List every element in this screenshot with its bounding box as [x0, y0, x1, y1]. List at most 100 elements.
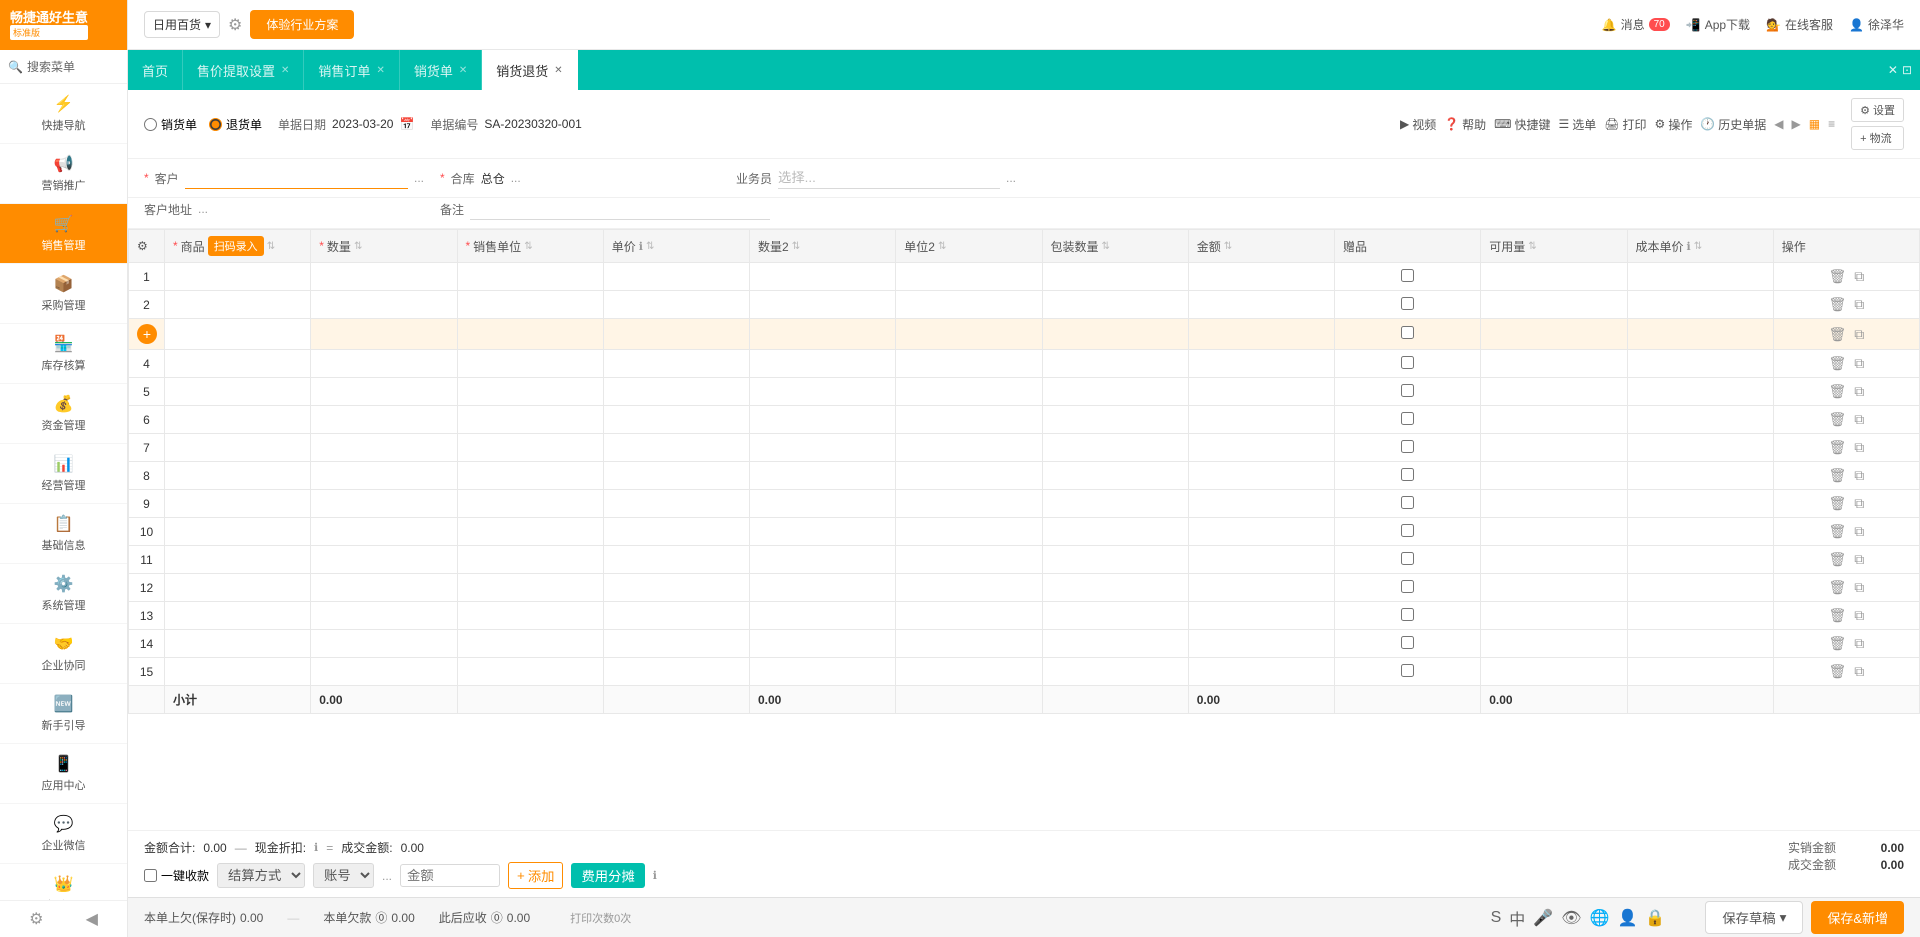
qty2-cell-3[interactable]	[750, 319, 896, 350]
toolbar-select-btn[interactable]: ☰ 选单	[1559, 116, 1597, 133]
radio-sale[interactable]: 销货单	[144, 116, 197, 133]
sidebar-item-system[interactable]: ⚙️ 系统管理	[0, 564, 127, 624]
product-cell-2[interactable]	[165, 291, 311, 319]
amount-cell-3[interactable]	[1188, 319, 1334, 350]
delete-icon[interactable]: 🗑	[1828, 439, 1846, 456]
copy-icon[interactable]: ⧉	[1854, 579, 1864, 596]
delete-icon[interactable]: 🗑	[1828, 523, 1846, 540]
qty2-cell-2[interactable]	[750, 291, 896, 319]
unit2-cell-1[interactable]	[896, 263, 1042, 291]
tab-sales-return[interactable]: 销货退货 ✕	[482, 50, 577, 90]
sort-qty-icon[interactable]: ⇅	[354, 241, 362, 252]
sort-product-icon[interactable]: ⇅	[267, 241, 275, 252]
sort-amount-icon[interactable]: ⇅	[1224, 241, 1232, 252]
tab-price-settings-close[interactable]: ✕	[281, 65, 289, 76]
staff-input[interactable]	[778, 167, 1000, 189]
delete-icon[interactable]: 🗑	[1828, 411, 1846, 428]
unit-cell-3[interactable]	[457, 319, 603, 350]
copy-icon[interactable]: ⧉	[1854, 635, 1864, 652]
radio-return-input[interactable]	[209, 118, 222, 131]
next-record-icon[interactable]: ▶	[1792, 117, 1801, 131]
customer-input[interactable]	[185, 167, 408, 189]
copy-row-2-icon[interactable]: ⧉	[1854, 296, 1864, 313]
radio-return[interactable]: 退货单	[209, 116, 262, 133]
toolbar-shortcut-btn[interactable]: ⌨ 快捷键	[1494, 116, 1550, 133]
gift-checkbox-2[interactable]	[1401, 297, 1414, 310]
grid-view-icon[interactable]: ▦	[1809, 117, 1820, 131]
remark-input[interactable]	[470, 198, 770, 220]
copy-icon[interactable]: ⧉	[1854, 383, 1864, 400]
settings-bottom-icon[interactable]: ⚙	[29, 909, 43, 929]
sidebar-item-wechat[interactable]: 💬 企业微信	[0, 804, 127, 864]
gift-cell-1[interactable]	[1335, 263, 1481, 291]
toolbar-help-btn[interactable]: ❓ 帮助	[1444, 116, 1486, 133]
expand-tab-icon[interactable]: ⊡	[1902, 63, 1912, 77]
price-cell-3[interactable]	[603, 319, 749, 350]
product-cell-1[interactable]	[165, 263, 311, 291]
unit2-cell-2[interactable]	[896, 291, 1042, 319]
sidebar-item-guide[interactable]: 🆕 新手引导	[0, 684, 127, 744]
sidebar-search-menu[interactable]: 🔍 搜索菜单	[0, 50, 127, 84]
sidebar-item-member[interactable]: 👑 畅会员	[0, 864, 127, 900]
copy-icon[interactable]: ⧉	[1854, 607, 1864, 624]
s-icon-7[interactable]: 🔒	[1645, 908, 1665, 928]
settlement-select[interactable]: 结算方式	[217, 863, 305, 888]
list-view-icon[interactable]: ≡	[1828, 117, 1835, 131]
sidebar-item-enterprise[interactable]: 🤝 企业协同	[0, 624, 127, 684]
qty2-cell-1[interactable]	[750, 263, 896, 291]
one-click-pay-checkbox[interactable]	[144, 869, 157, 882]
price-cell-1[interactable]	[603, 263, 749, 291]
sort-available-icon[interactable]: ⇅	[1528, 241, 1536, 252]
one-click-pay-label[interactable]: 一键收款	[144, 867, 209, 884]
pack-cell-2[interactable]	[1042, 291, 1188, 319]
s-icon-3[interactable]: 🎤	[1533, 908, 1553, 928]
close-tab-icon[interactable]: ✕	[1888, 63, 1898, 77]
delete-icon[interactable]: 🗑	[1828, 467, 1846, 484]
logistics-action-btn[interactable]: + 物流	[1851, 126, 1904, 150]
experience-btn[interactable]: 体验行业方案	[250, 10, 354, 39]
copy-icon[interactable]: ⧉	[1854, 467, 1864, 484]
tab-sales-delivery-close[interactable]: ✕	[459, 65, 467, 76]
copy-icon[interactable]: ⧉	[1854, 663, 1864, 680]
staff-dots[interactable]: ...	[1006, 171, 1016, 185]
qty-cell-2[interactable]	[311, 291, 457, 319]
notifications-item[interactable]: 🔔 消息 70	[1602, 16, 1670, 33]
tab-sales-order[interactable]: 销售订单 ✕	[304, 50, 399, 90]
fee-split-btn[interactable]: 费用分摊	[571, 863, 644, 888]
sidebar-item-base[interactable]: 📋 基础信息	[0, 504, 127, 564]
discount-info-icon[interactable]: ℹ	[314, 841, 318, 854]
industry-selector[interactable]: 日用百货 ▾	[144, 11, 220, 38]
sidebar-item-sales[interactable]: 🛒 销售管理	[0, 204, 127, 264]
gift-checkbox-1[interactable]	[1401, 269, 1414, 282]
tab-sales-return-close[interactable]: ✕	[554, 65, 562, 76]
copy-row-1-icon[interactable]: ⧉	[1854, 268, 1864, 285]
copy-icon[interactable]: ⧉	[1854, 495, 1864, 512]
add-payment-btn[interactable]: + 添加	[508, 862, 563, 889]
delete-row-2-icon[interactable]: 🗑	[1828, 296, 1846, 313]
s-icon-6[interactable]: 👤	[1617, 908, 1637, 928]
pack-cell-1[interactable]	[1042, 263, 1188, 291]
delete-icon[interactable]: 🗑	[1828, 663, 1846, 680]
delete-icon[interactable]: 🗑	[1828, 495, 1846, 512]
sort-qty2-icon[interactable]: ⇅	[792, 241, 800, 252]
delete-icon[interactable]: 🗑	[1828, 607, 1846, 624]
delete-icon[interactable]: 🗑	[1828, 551, 1846, 568]
product-cell-3[interactable]	[165, 319, 311, 350]
copy-icon[interactable]: ⧉	[1854, 355, 1864, 372]
s-icon-1[interactable]: S	[1491, 909, 1502, 927]
delete-icon[interactable]: 🗑	[1828, 355, 1846, 372]
sidebar-item-apps[interactable]: 📱 应用中心	[0, 744, 127, 804]
sort-unit2-icon[interactable]: ⇅	[938, 241, 946, 252]
sort-price-icon[interactable]: ⇅	[646, 241, 654, 252]
copy-icon[interactable]: ⧉	[1854, 411, 1864, 428]
fee-info-icon[interactable]: ℹ	[653, 869, 657, 882]
col-header-gear[interactable]: ⚙	[129, 230, 165, 263]
sort-cost-icon[interactable]: ⇅	[1694, 241, 1702, 252]
save-new-btn[interactable]: 保存&新增	[1811, 901, 1904, 934]
s-icon-4[interactable]: 👁	[1561, 908, 1581, 928]
toolbar-history-btn[interactable]: 🕐 历史单据	[1700, 116, 1766, 133]
sort-unit-icon[interactable]: ⇅	[524, 241, 532, 252]
delete-icon[interactable]: 🗑	[1828, 383, 1846, 400]
app-download-item[interactable]: 📲 App下载	[1686, 16, 1750, 33]
delete-icon[interactable]: 🗑	[1828, 579, 1846, 596]
